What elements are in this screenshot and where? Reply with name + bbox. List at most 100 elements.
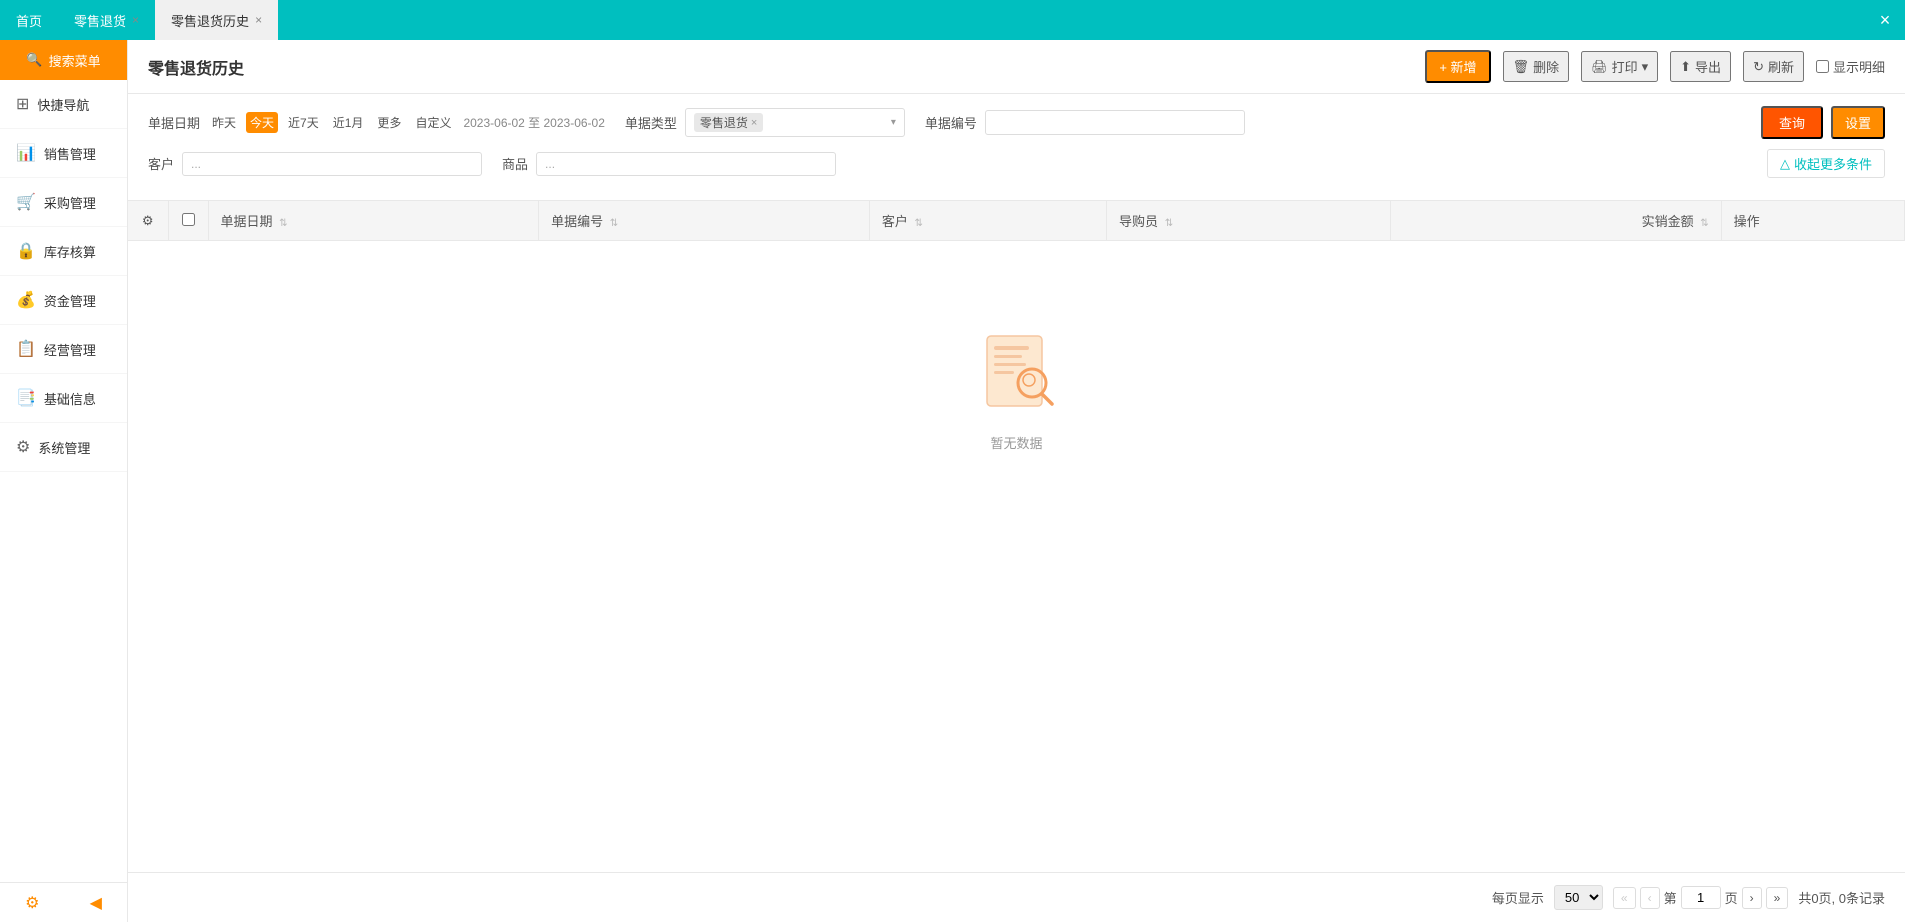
sidebar-item-operations-label: 经营管理	[44, 340, 96, 359]
operations-icon: 📋	[16, 339, 36, 359]
date-opt-more[interactable]: 更多	[373, 112, 405, 133]
th-number[interactable]: 单据编号 ⇅	[539, 201, 870, 241]
tab-retail-return-history[interactable]: 零售退货历史 ×	[155, 0, 278, 40]
last-page-button[interactable]: »	[1766, 887, 1789, 909]
sidebar-item-purchase-mgmt[interactable]: 🛒 采购管理	[0, 178, 127, 227]
delete-button[interactable]: 🗑 删除	[1503, 51, 1570, 82]
settings-icon: ⚙	[142, 213, 154, 228]
customer-filter-label: 客户	[148, 154, 174, 173]
customer-select[interactable]: ...	[182, 152, 482, 176]
sidebar-item-system[interactable]: ⚙ 系统管理	[0, 423, 127, 472]
next-page-button[interactable]: ›	[1742, 887, 1762, 909]
th-date[interactable]: 单据日期 ⇅	[208, 201, 539, 241]
refresh-icon: ↻	[1753, 59, 1764, 75]
pagination: 每页显示 50 « ‹ 第 页 › » 共0页, 0条记录	[128, 872, 1905, 922]
amount-sort-icon: ⇅	[1700, 218, 1708, 229]
date-opt-today[interactable]: 今天	[246, 112, 278, 133]
sidebar: 🔍 搜索菜单 ⊞ 快捷导航 📊 销售管理 🛒 采购管理 🔒 库存核算 💰	[0, 40, 128, 922]
th-customer[interactable]: 客户 ⇅	[869, 201, 1106, 241]
sidebar-bottom: ⚙ ◀	[0, 882, 127, 922]
window-close-button[interactable]: ×	[1865, 0, 1905, 40]
th-guide-label: 导购员	[1119, 214, 1158, 229]
number-sort-icon: ⇅	[610, 218, 618, 229]
th-guide[interactable]: 导购员 ⇅	[1107, 201, 1391, 241]
data-table: ⚙ 单据日期 ⇅ 单据编号 ⇅	[128, 201, 1905, 241]
prev-page-button[interactable]: ‹	[1640, 887, 1660, 909]
tab-retail-return-close[interactable]: ×	[132, 13, 139, 27]
sidebar-search-label: 搜索菜单	[49, 51, 101, 70]
total-info: 共0页, 0条记录	[1798, 888, 1885, 907]
sidebar-item-quick-nav[interactable]: ⊞ 快捷导航	[0, 80, 127, 129]
top-nav: 首页 零售退货 × 零售退货历史 × ×	[0, 0, 1905, 40]
sidebar-settings-button[interactable]: ⚙	[25, 893, 39, 913]
th-settings[interactable]: ⚙	[128, 201, 168, 241]
type-select[interactable]: 零售退货 × ▾	[685, 108, 905, 137]
tab-home[interactable]: 首页	[0, 0, 58, 40]
first-page-button[interactable]: «	[1613, 887, 1636, 909]
th-checkbox	[168, 201, 208, 241]
quick-nav-icon: ⊞	[16, 94, 29, 114]
sidebar-item-quick-nav-label: 快捷导航	[37, 95, 89, 114]
number-filter-input[interactable]	[985, 110, 1245, 135]
customer-ellipsis: ...	[191, 157, 201, 171]
th-action: 操作	[1721, 201, 1904, 241]
page-size-select[interactable]: 50	[1554, 885, 1603, 910]
collapse-area: △ 收起更多条件	[1767, 149, 1885, 178]
sidebar-item-basic-info-label: 基础信息	[44, 389, 96, 408]
type-tag-remove[interactable]: ×	[751, 117, 757, 129]
query-button[interactable]: 查询	[1761, 106, 1823, 139]
filter-area: 单据日期 昨天 今天 近7天 近1月 更多 自定义 2023-06-02 至 2…	[128, 94, 1905, 201]
nav-tabs: 首页 零售退货 × 零售退货历史 ×	[0, 0, 1865, 40]
date-opt-yesterday[interactable]: 昨天	[208, 112, 240, 133]
sidebar-item-inventory[interactable]: 🔒 库存核算	[0, 227, 127, 276]
sidebar-item-finance-label: 资金管理	[44, 291, 96, 310]
inventory-icon: 🔒	[16, 241, 36, 261]
th-amount[interactable]: 实销金额 ⇅	[1391, 201, 1722, 241]
basic-info-icon: 📑	[16, 388, 36, 408]
page-header: 零售退货历史 + 新增 🗑 删除 🖨 打印 ▾ ⬆ 导出 ↻	[128, 40, 1905, 94]
page-prefix: 第	[1664, 888, 1677, 907]
page-number-input[interactable]	[1681, 886, 1721, 909]
th-amount-label: 实销金额	[1642, 214, 1694, 229]
content-area: 零售退货历史 + 新增 🗑 删除 🖨 打印 ▾ ⬆ 导出 ↻	[128, 40, 1905, 922]
sales-mgmt-icon: 📊	[16, 143, 36, 163]
purchase-mgmt-icon: 🛒	[16, 192, 36, 212]
customer-sort-icon: ⇅	[914, 218, 922, 229]
sidebar-item-basic-info[interactable]: 📑 基础信息	[0, 374, 127, 423]
page-size-label: 每页显示	[1492, 888, 1544, 907]
tab-retail-return-history-close[interactable]: ×	[255, 13, 262, 27]
date-opt-custom[interactable]: 自定义	[411, 112, 455, 133]
sidebar-item-sales-mgmt[interactable]: 📊 销售管理	[0, 129, 127, 178]
sidebar-search[interactable]: 🔍 搜索菜单	[0, 40, 127, 80]
table-area: ⚙ 单据日期 ⇅ 单据编号 ⇅	[128, 201, 1905, 872]
number-filter-label: 单据编号	[925, 113, 977, 132]
select-all-checkbox[interactable]	[182, 213, 195, 226]
customer-filter: 客户 ...	[148, 152, 482, 176]
page-suffix: 页	[1725, 888, 1738, 907]
sidebar-collapse-button[interactable]: ◀	[90, 893, 102, 913]
empty-state: 暂无数据	[128, 241, 1905, 532]
print-button[interactable]: 🖨 打印 ▾	[1581, 51, 1658, 82]
sidebar-menu: ⊞ 快捷导航 📊 销售管理 🛒 采购管理 🔒 库存核算 💰 资金管理 📋	[0, 80, 127, 882]
sidebar-item-finance[interactable]: 💰 资金管理	[0, 276, 127, 325]
type-filter-label: 单据类型	[625, 113, 677, 132]
empty-icon	[967, 321, 1067, 421]
date-opt-last7[interactable]: 近7天	[284, 112, 323, 133]
sidebar-item-operations[interactable]: 📋 经营管理	[0, 325, 127, 374]
collapse-button[interactable]: △ 收起更多条件	[1767, 149, 1885, 178]
goods-filter: 商品 ...	[502, 152, 836, 176]
date-opt-last1month[interactable]: 近1月	[329, 112, 368, 133]
th-number-label: 单据编号	[551, 214, 603, 229]
filter-setting-button[interactable]: 设置	[1831, 106, 1885, 139]
export-button[interactable]: ⬆ 导出	[1670, 51, 1731, 82]
export-icon: ⬆	[1680, 59, 1691, 75]
sidebar-item-inventory-label: 库存核算	[44, 242, 96, 261]
th-date-label: 单据日期	[221, 214, 273, 229]
add-button[interactable]: + 新增	[1425, 50, 1490, 83]
delete-label: 删除	[1533, 57, 1559, 76]
date-sort-icon: ⇅	[279, 218, 287, 229]
goods-select[interactable]: ...	[536, 152, 836, 176]
tab-retail-return[interactable]: 零售退货 ×	[58, 0, 155, 40]
display-detail-checkbox[interactable]	[1816, 60, 1829, 73]
refresh-button[interactable]: ↻ 刷新	[1743, 51, 1804, 82]
